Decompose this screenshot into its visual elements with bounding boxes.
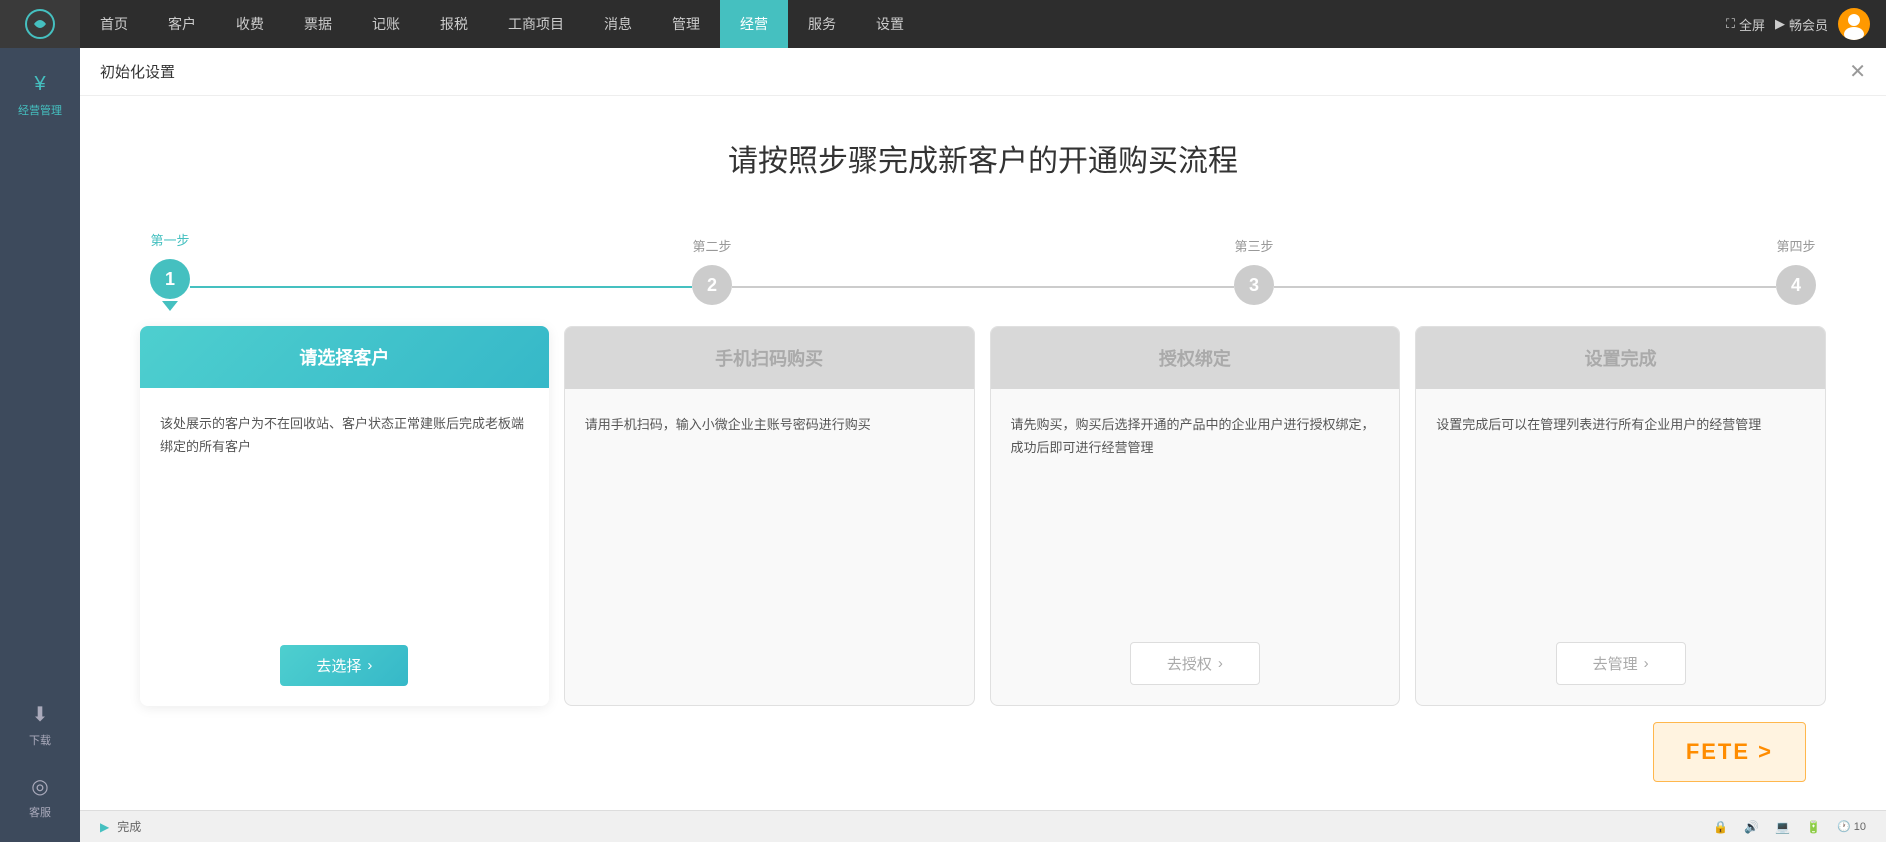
card-3-footer: 去授权 › [991, 627, 1400, 705]
nav-tax[interactable]: 报税 [420, 0, 488, 48]
bottom-right: 🔒 🔊 💻 🔋 🕐 10 [1713, 820, 1866, 834]
card-2-body: 请用手机扫码，输入小微企业主账号密码进行购买 [565, 389, 974, 670]
page-header: 初始化设置 ✕ [80, 48, 1886, 96]
step-circle-1: 1 [150, 259, 190, 299]
yuan-icon: ¥ [26, 70, 54, 98]
main-heading: 请按照步骤完成新客户的开通购买流程 [140, 136, 1826, 180]
card-3-header: 授权绑定 [991, 327, 1400, 389]
steps-flow: 第一步 1 › 第二步 2 [140, 230, 1826, 311]
cards-row: 请选择客户 该处展示的客户为不在回收站、客户状态正常建账后完成老板端绑定的所有客… [140, 326, 1826, 706]
time-icon: 🕐 10 [1837, 820, 1866, 833]
step-node-2: 第二步 2 [692, 236, 732, 305]
support-icon: ◎ [26, 772, 54, 800]
card-4-body: 设置完成后可以在管理列表进行所有企业用户的经营管理 [1416, 389, 1825, 627]
go-authorize-button[interactable]: 去授权 › [1130, 642, 1260, 685]
nav-fee[interactable]: 收费 [216, 0, 284, 48]
nav-home[interactable]: 首页 [80, 0, 148, 48]
step-node-1: 第一步 1 [150, 230, 190, 311]
fullscreen-btn[interactable]: ⛶ 全屏 [1726, 15, 1765, 34]
play-icon-bottom: ▶ [100, 820, 109, 834]
step-card-2: 手机扫码购买 请用手机扫码，输入小微企业主账号密码进行购买 [564, 326, 975, 706]
step-1-label: 第一步 [150, 230, 189, 249]
step-4-label: 第四步 [1776, 236, 1815, 255]
logo[interactable] [0, 0, 80, 48]
card-1-body: 该处展示的客户为不在回收站、客户状态正常建账后完成老板端绑定的所有客户 [140, 388, 549, 630]
go-select-arrow: › [367, 657, 372, 674]
close-button[interactable]: ✕ [1849, 62, 1866, 82]
card-2-header: 手机扫码购买 [565, 327, 974, 389]
play-icon: ▶ [1775, 16, 1785, 32]
nav-settings[interactable]: 设置 [856, 0, 924, 48]
main-layout: ¥ 经营管理 ⬇ 下载 ◎ 客服 初始化设置 ✕ 请按照步骤完成新客户的开通购买… [0, 48, 1886, 842]
go-manage-arrow: › [1644, 655, 1649, 672]
content-area: 初始化设置 ✕ 请按照步骤完成新客户的开通购买流程 第一步 1 › [80, 48, 1886, 842]
go-authorize-label: 去授权 [1167, 653, 1212, 674]
step-card-1: 请选择客户 该处展示的客户为不在回收站、客户状态正常建账后完成老板端绑定的所有客… [140, 326, 549, 706]
step-node-4: 第四步 4 [1776, 236, 1816, 305]
step-card-3: 授权绑定 请先购买，购买后选择开通的产品中的企业用户进行授权绑定，成功后即可进行… [990, 326, 1401, 706]
nav-items: 首页 客户 收费 票据 记账 报税 工商项目 消息 管理 经营 服务 设置 [80, 0, 1726, 48]
nav-message[interactable]: 消息 [584, 0, 652, 48]
sidebar: ¥ 经营管理 ⬇ 下载 ◎ 客服 [0, 48, 80, 842]
monitor-icon: 💻 [1775, 820, 1790, 834]
bottom-bar: ▶ 完成 🔒 🔊 💻 🔋 🕐 10 [80, 810, 1886, 842]
go-manage-label: 去管理 [1593, 653, 1638, 674]
nav-bill[interactable]: 票据 [284, 0, 352, 48]
connector-1: › [190, 286, 692, 288]
nav-business[interactable]: 工商项目 [488, 0, 584, 48]
battery-icon: 🔋 [1806, 820, 1821, 834]
card-2-footer [565, 670, 974, 705]
nav-right: ⛶ 全屏 ▶ 畅会员 [1726, 8, 1886, 40]
volume-icon: 🔊 [1744, 820, 1759, 834]
connector-2: › [732, 286, 1234, 288]
step-circle-2: 2 [692, 265, 732, 305]
step-circle-4: 4 [1776, 265, 1816, 305]
sidebar-item-operation[interactable]: ¥ 经营管理 [0, 58, 80, 130]
nav-operation[interactable]: 经营 [720, 0, 788, 48]
card-1-header: 请选择客户 [140, 326, 549, 388]
go-select-button[interactable]: 去选择 › [280, 645, 408, 686]
step-3-label: 第三步 [1234, 236, 1273, 255]
step-card-4: 设置完成 设置完成后可以在管理列表进行所有企业用户的经营管理 去管理 › [1415, 326, 1826, 706]
nav-bookkeeping[interactable]: 记账 [352, 0, 420, 48]
step-2-label: 第二步 [692, 236, 731, 255]
sidebar-support-label: 客服 [29, 804, 51, 820]
card-1-footer: 去选择 › [140, 630, 549, 706]
member-btn[interactable]: ▶ 畅会员 [1775, 15, 1828, 34]
main-content: 请按照步骤完成新客户的开通购买流程 第一步 1 › 第二步 [80, 96, 1886, 726]
sidebar-support[interactable]: ◎ 客服 [0, 760, 80, 832]
fullscreen-icon: ⛶ [1726, 16, 1735, 32]
nav-manage[interactable]: 管理 [652, 0, 720, 48]
nav-service[interactable]: 服务 [788, 0, 856, 48]
avatar[interactable] [1838, 8, 1870, 40]
card-3-body: 请先购买，购买后选择开通的产品中的企业用户进行授权绑定，成功后即可进行经营管理 [991, 389, 1400, 627]
sidebar-download[interactable]: ⬇ 下载 [0, 688, 80, 760]
connector-3: › [1274, 286, 1776, 288]
download-icon: ⬇ [26, 700, 54, 728]
status-text: 完成 [117, 818, 141, 835]
go-manage-button[interactable]: 去管理 › [1556, 642, 1686, 685]
sidebar-download-label: 下载 [29, 732, 51, 748]
step-circle-3: 3 [1234, 265, 1274, 305]
step-node-3: 第三步 3 [1234, 236, 1274, 305]
sidebar-bottom: ⬇ 下载 ◎ 客服 [0, 688, 80, 842]
card-4-footer: 去管理 › [1416, 627, 1825, 705]
sidebar-item-label: 经营管理 [18, 102, 62, 118]
go-select-label: 去选择 [316, 655, 361, 676]
card-4-header: 设置完成 [1416, 327, 1825, 389]
shield-icon: 🔒 [1713, 820, 1728, 834]
nav-customer[interactable]: 客户 [148, 0, 216, 48]
step-1-pointer [162, 301, 178, 311]
fete-banner[interactable]: FETE > [1653, 722, 1806, 782]
go-authorize-arrow: › [1218, 655, 1223, 672]
page-title: 初始化设置 [100, 61, 175, 82]
bottom-left: ▶ 完成 [100, 818, 141, 835]
top-navigation: 首页 客户 收费 票据 记账 报税 工商项目 消息 管理 经营 服务 设置 ⛶ … [0, 0, 1886, 48]
